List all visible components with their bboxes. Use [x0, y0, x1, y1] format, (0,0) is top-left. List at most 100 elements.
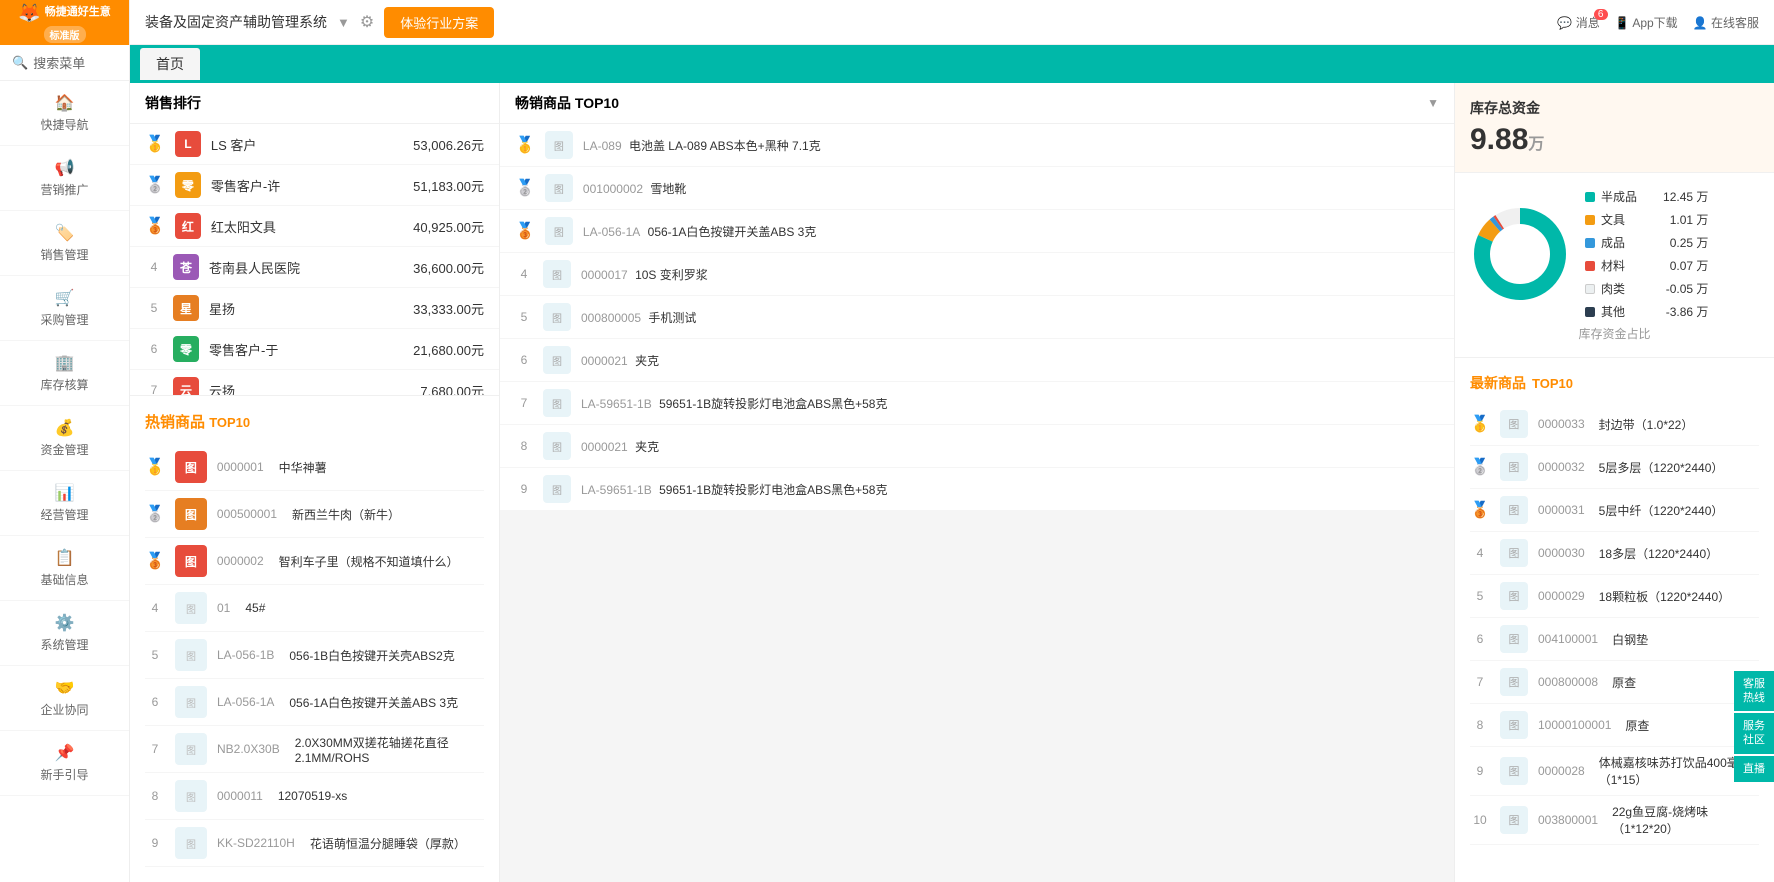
tab-home[interactable]: 首页: [140, 48, 200, 80]
sidebar-item-label: 资金管理: [40, 441, 88, 458]
sidebar-item-purchase[interactable]: 🛒 采购管理: [0, 276, 129, 341]
latest-img-placeholder: 图: [1500, 539, 1528, 567]
ranking-item: 🥈 零 零售客户-许 51,183.00元: [130, 165, 499, 206]
sidebar-item-label: 营销推广: [40, 181, 88, 198]
product-name: 中华神薯: [279, 459, 484, 476]
sidebar-item-marketing[interactable]: 📢 营销推广: [0, 146, 129, 211]
top-product-info: LA-59651-1B 59651-1B旋转投影灯电池盒ABS黑色+58克: [581, 481, 1439, 498]
latest-img-placeholder: 图: [1500, 582, 1528, 610]
legend-item-5: 肉类 -0.05 万: [1585, 280, 1708, 297]
rank-num: 7: [515, 396, 533, 410]
product-name: 花语萌恒温分腿睡袋（厚款）: [310, 835, 484, 852]
legend-dot: [1585, 307, 1595, 317]
ranking-name-1: LS 客户: [211, 135, 403, 154]
sidebar-item-guide[interactable]: 📌 新手引导: [0, 731, 129, 796]
product-rank: 🥈: [145, 504, 165, 524]
home-icon: 🏠: [55, 93, 75, 113]
hot-product-item: 9 图 KK-SD22110H 花语萌恒温分腿睡袋（厚款）: [145, 820, 484, 867]
sidebar-item-collab[interactable]: 🤝 企业协同: [0, 666, 129, 731]
sidebar-item-home[interactable]: 🏠 快捷导航: [0, 81, 129, 146]
donut-chart: [1470, 204, 1570, 304]
inventory-amount: 9.88万: [1470, 123, 1759, 157]
sidebar: 🦊 畅捷通好生意 标准版 🔍 搜索菜单 🏠 快捷导航 📢 营销推广 🏷️ 销售管…: [0, 0, 130, 882]
product-rank: 🥇: [145, 457, 165, 477]
top-product-item: 7 图 LA-59651-1B 59651-1B旋转投影灯电池盒ABS黑色+58…: [500, 382, 1454, 425]
sidebar-item-label: 采购管理: [40, 311, 88, 328]
hot-product-item: 🥉 图 0000002 智利车子里（规格不知道填什么）: [145, 538, 484, 585]
rank-medal-2: 🥈: [145, 175, 165, 195]
base-icon: 📋: [55, 548, 75, 568]
app-download-btn[interactable]: 📱 App下载: [1615, 14, 1678, 31]
top-products-title: 畅销商品 TOP10: [515, 93, 619, 113]
finance-icon: 💰: [55, 418, 75, 438]
chart-legend: 半成品 12.45 万 文具 1.01 万 成品 0.25 万: [1585, 188, 1708, 320]
product-code: KK-SD22110H: [217, 836, 295, 850]
trial-btn[interactable]: 体验行业方案: [384, 7, 494, 38]
ranking-item: 7 云 云扬 7,680.00元: [130, 370, 499, 395]
search-menu[interactable]: 🔍 搜索菜单: [0, 45, 129, 81]
main-area: 装备及固定资产辅助管理系统 ▼ ⚙ 体验行业方案 💬 消息 6 📱 App下载 …: [130, 0, 1774, 882]
legend-item-2: 文具 1.01 万: [1585, 211, 1708, 228]
product-code: 01: [217, 601, 230, 615]
top-product-info: LA-056-1A 056-1A白色按键开关盖ABS 3克: [583, 223, 1439, 240]
sidebar-item-label: 库存核算: [40, 376, 88, 393]
chart-caption: 库存资金占比: [1470, 325, 1759, 342]
topbar-dropdown-icon[interactable]: ▼: [337, 15, 350, 30]
scroll-indicator[interactable]: ▼: [1427, 96, 1439, 110]
customer-service-btn[interactable]: 客服热线: [1734, 671, 1774, 712]
sidebar-item-label: 快捷导航: [40, 116, 88, 133]
ranking-item: 6 零 零售客户-于 21,680.00元: [130, 329, 499, 370]
ranking-name-6: 零售客户-于: [209, 340, 403, 359]
service-community-btn[interactable]: 服务社区: [1734, 713, 1774, 754]
top-product-info: LA-089 电池盖 LA-089 ABS本色+黑种 7.1克: [583, 137, 1439, 154]
ranking-avatar-6: 零: [173, 336, 199, 362]
product-name: 12070519-xs: [278, 789, 484, 803]
right-panel: 库存总资金 9.88万: [1454, 83, 1774, 882]
product-img-placeholder: 图: [175, 733, 207, 765]
ranking-item: 5 星 星扬 33,333.00元: [130, 288, 499, 329]
sidebar-item-operation[interactable]: 📊 经营管理: [0, 471, 129, 536]
top-product-info: 0000021 夹克: [581, 352, 1439, 369]
app-name: 畅捷通好生意: [45, 6, 111, 19]
medal-icon: 🥈: [1470, 457, 1490, 477]
app-badge: 标准版: [44, 26, 86, 43]
sidebar-item-inventory[interactable]: 🏢 库存核算: [0, 341, 129, 406]
inventory-section: 库存总资金 9.88万: [1455, 83, 1774, 173]
product-img-placeholder: 图: [543, 303, 571, 331]
float-buttons: 客服热线 服务社区 直播: [1734, 671, 1774, 782]
sidebar-item-sales[interactable]: 🏷️ 销售管理: [0, 211, 129, 276]
rank-num-7: 7: [145, 383, 163, 395]
sidebar-item-system[interactable]: ⚙️ 系统管理: [0, 601, 129, 666]
latest-item: 7 图 000800008 原查: [1470, 661, 1759, 704]
product-name: 45#: [245, 601, 484, 615]
topbar-settings-icon[interactable]: ⚙: [360, 12, 374, 32]
service-icon: 👤: [1693, 16, 1708, 30]
top-product-item: 9 图 LA-59651-1B 59651-1B旋转投影灯电池盒ABS黑色+58…: [500, 468, 1454, 511]
product-img-3: 图: [175, 545, 207, 577]
latest-title: 最新商品 TOP10: [1470, 373, 1759, 393]
sidebar-item-finance[interactable]: 💰 资金管理: [0, 406, 129, 471]
product-name: 智利车子里（规格不知道填什么）: [279, 553, 484, 570]
live-btn[interactable]: 直播: [1734, 756, 1774, 782]
inventory-chart-section: 半成品 12.45 万 文具 1.01 万 成品 0.25 万: [1455, 173, 1774, 358]
top-product-item: 8 图 0000021 夹克: [500, 425, 1454, 468]
product-name: 新西兰牛肉（新牛）: [292, 506, 484, 523]
product-code: 0000002: [217, 554, 264, 568]
hot-product-item: 🥈 图 000500001 新西兰牛肉（新牛）: [145, 491, 484, 538]
message-btn[interactable]: 💬 消息 6: [1557, 14, 1599, 31]
sidebar-item-base[interactable]: 📋 基础信息: [0, 536, 129, 601]
product-img-placeholder: 图: [543, 260, 571, 288]
topbar-title: 装备及固定资产辅助管理系统: [145, 12, 327, 32]
top-product-info: LA-59651-1B 59651-1B旋转投影灯电池盒ABS黑色+58克: [581, 395, 1439, 412]
search-icon: 🔍: [12, 55, 28, 71]
top-products-list: 🥇 图 LA-089 电池盖 LA-089 ABS本色+黑种 7.1克 🥈: [500, 124, 1454, 511]
ranking-avatar-4: 苍: [173, 254, 199, 280]
purchase-icon: 🛒: [55, 288, 75, 308]
center-panel: 畅销商品 TOP10 ▼ 🥇 图 LA-089 电池盖 LA-089 ABS本色…: [500, 83, 1454, 882]
product-img-placeholder: 图: [543, 389, 571, 417]
product-rank-6: 6: [145, 695, 165, 709]
rank-num: 9: [515, 482, 533, 496]
inventory-icon: 🏢: [55, 353, 75, 373]
online-service-btn[interactable]: 👤 在线客服: [1693, 14, 1759, 31]
sidebar-nav: 🏠 快捷导航 📢 营销推广 🏷️ 销售管理 🛒 采购管理 🏢 库存核算 💰 资金…: [0, 81, 129, 882]
